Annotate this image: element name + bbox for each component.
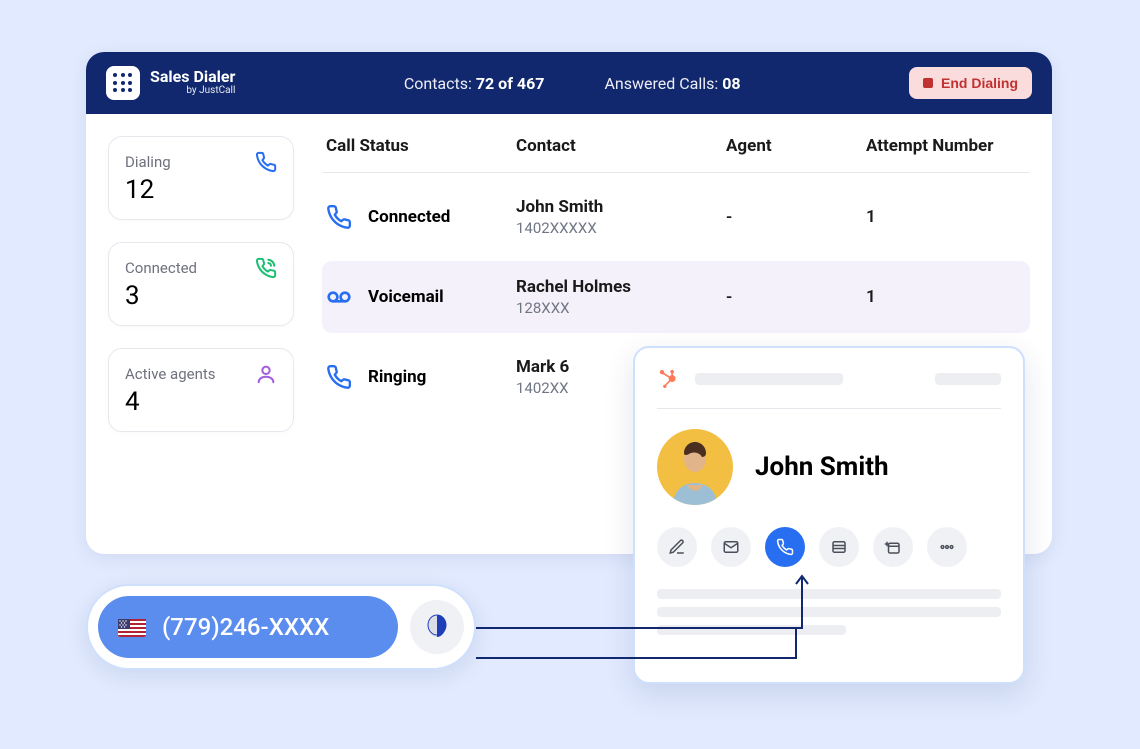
agent-cell: - — [726, 207, 866, 227]
avatar — [657, 429, 733, 505]
phone-number-text: (779)246-XXXX — [162, 613, 329, 641]
skeleton-line — [657, 607, 1001, 617]
contact-popover: John Smith — [633, 346, 1025, 684]
phone-number-chip[interactable]: (779)246-XXXX — [98, 596, 398, 658]
status-text: Connected — [368, 207, 450, 227]
tile-label: Connected — [125, 259, 197, 277]
col-contact: Contact — [516, 136, 726, 156]
tile-value: 4 — [125, 387, 277, 417]
attempt-cell: 1 — [866, 287, 1026, 307]
tile-dialing: Dialing 12 — [108, 136, 294, 220]
user-icon — [255, 363, 277, 385]
carrier-badge-icon[interactable] — [410, 600, 464, 654]
skeleton-line — [935, 373, 1001, 385]
answered-value: 08 — [722, 74, 740, 93]
answered-stat: Answered Calls: 08 — [604, 74, 740, 93]
popover-contact-name: John Smith — [755, 452, 889, 482]
brand-name: Sales Dialer — [150, 69, 235, 86]
edit-button[interactable] — [657, 527, 697, 567]
tile-label: Active agents — [125, 365, 216, 383]
end-dialing-label: End Dialing — [941, 75, 1018, 91]
tile-connected: Connected 3 — [108, 242, 294, 326]
email-button[interactable] — [711, 527, 751, 567]
phone-active-icon — [255, 257, 277, 279]
more-button[interactable] — [927, 527, 967, 567]
tile-value: 3 — [125, 281, 277, 311]
table-row[interactable]: Connected John Smith 1402XXXXX - 1 — [322, 181, 1030, 253]
tile-label: Dialing — [125, 153, 171, 171]
skeleton-line — [695, 373, 843, 385]
phone-icon — [326, 364, 352, 390]
col-agent: Agent — [726, 136, 866, 156]
contacts-label: Contacts: — [404, 74, 476, 93]
add-button[interactable] — [873, 527, 913, 567]
us-flag-icon — [118, 617, 146, 637]
status-text: Ringing — [368, 367, 426, 387]
tile-value: 12 — [125, 175, 277, 205]
navbar: Sales Dialer by JustCall Contacts: 72 of… — [86, 52, 1052, 114]
contact-name: John Smith — [516, 197, 726, 217]
skeleton-line — [657, 625, 846, 635]
voicemail-icon — [326, 284, 352, 310]
call-button[interactable] — [765, 527, 805, 567]
logo: Sales Dialer by JustCall — [106, 66, 235, 100]
skeleton-line — [657, 589, 1001, 599]
hubspot-icon — [657, 368, 679, 390]
list-button[interactable] — [819, 527, 859, 567]
phone-icon — [326, 204, 352, 230]
answered-label: Answered Calls: — [604, 74, 722, 93]
contact-name: Rachel Holmes — [516, 277, 726, 297]
col-status: Call Status — [326, 136, 516, 156]
table-row[interactable]: Voicemail Rachel Holmes 128XXX - 1 — [322, 261, 1030, 333]
status-text: Voicemail — [368, 287, 444, 307]
contacts-stat: Contacts: 72 of 467 — [404, 74, 545, 93]
contact-number: 1402XXXXX — [516, 219, 726, 237]
app-icon — [106, 66, 140, 100]
attempt-cell: 1 — [866, 207, 1026, 227]
phone-pill: (779)246-XXXX — [86, 584, 476, 670]
stat-tiles: Dialing 12 Connected 3 Active — [108, 136, 294, 532]
contact-number: 128XXX — [516, 299, 726, 317]
tile-active-agents: Active agents 4 — [108, 348, 294, 432]
brand-byline: by JustCall — [186, 86, 235, 97]
contacts-value: 72 of 467 — [476, 74, 545, 93]
agent-cell: - — [726, 287, 866, 307]
col-attempt: Attempt Number — [866, 136, 1026, 156]
end-dialing-button[interactable]: End Dialing — [909, 67, 1032, 99]
phone-icon — [255, 151, 277, 173]
